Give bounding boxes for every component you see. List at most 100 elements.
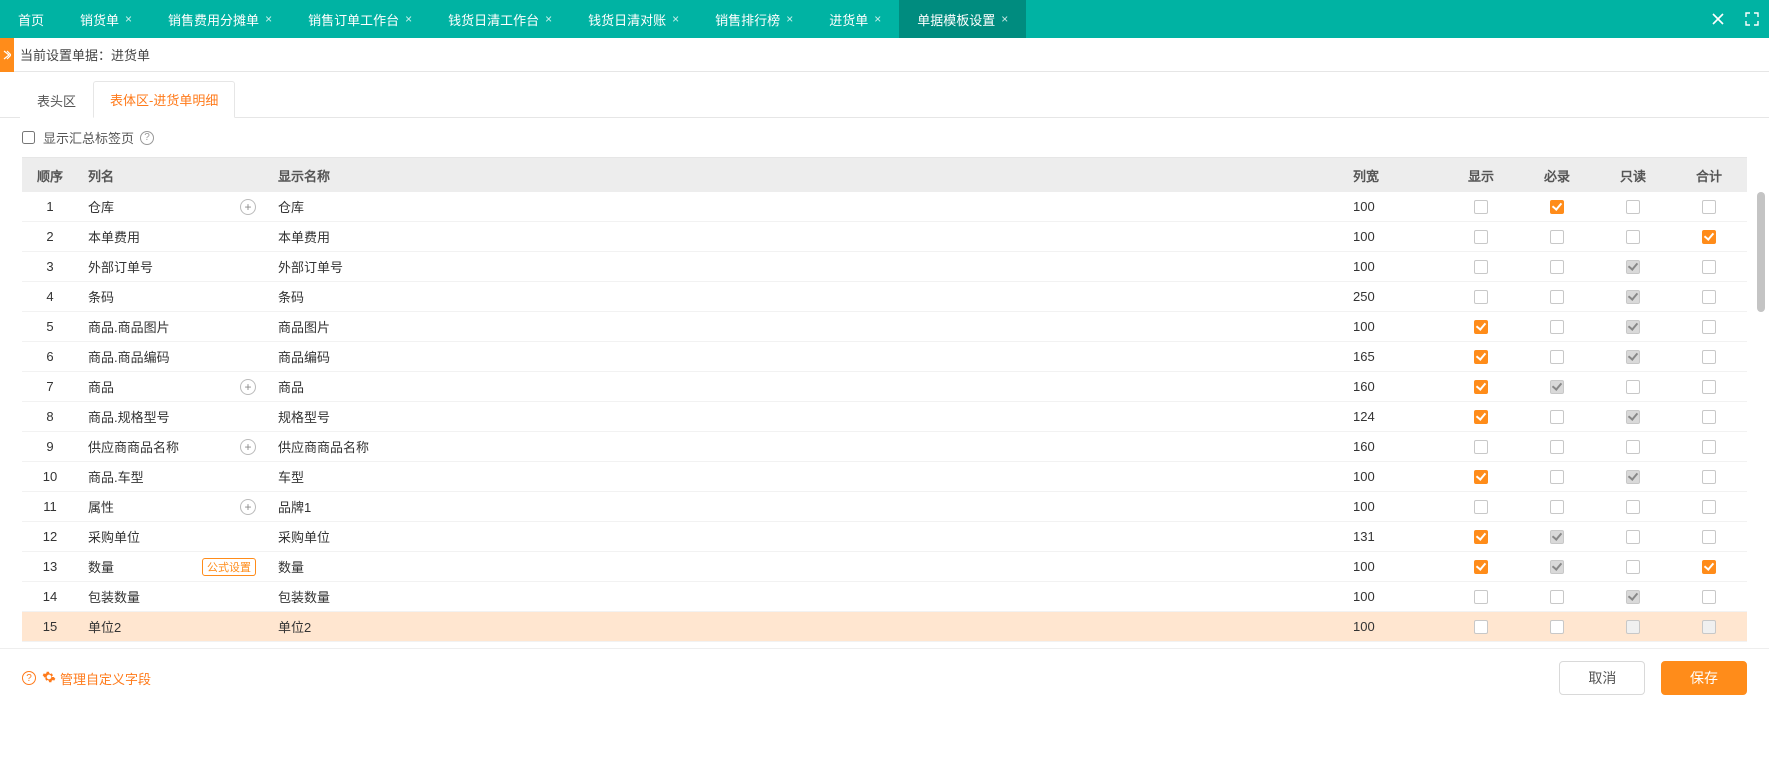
cell-width[interactable]: 124 [1343,409,1443,424]
total-checkbox[interactable] [1702,380,1716,394]
cell-width[interactable]: 131 [1343,529,1443,544]
required-checkbox[interactable] [1550,260,1564,274]
add-icon[interactable]: + [240,439,256,455]
close-icon[interactable]: × [405,12,412,26]
cell-width[interactable]: 100 [1343,589,1443,604]
total-checkbox[interactable] [1702,530,1716,544]
close-icon[interactable]: × [874,12,881,26]
cell-width[interactable]: 100 [1343,559,1443,574]
help-icon[interactable]: ? [22,671,36,685]
cell-display-name[interactable]: 品牌1 [268,497,1343,516]
cell-display-name[interactable]: 单位2 [268,617,1343,636]
required-checkbox[interactable] [1550,320,1564,334]
readonly-checkbox[interactable] [1626,530,1640,544]
required-checkbox[interactable] [1550,590,1564,604]
cell-width[interactable]: 250 [1343,289,1443,304]
table-row[interactable]: 5商品.商品图片商品图片100 [22,312,1747,342]
cell-width[interactable]: 100 [1343,499,1443,514]
table-row[interactable]: 9供应商商品名称+供应商商品名称160 [22,432,1747,462]
close-icon[interactable]: × [545,12,552,26]
show-checkbox[interactable] [1474,590,1488,604]
table-row[interactable]: 3外部订单号外部订单号100 [22,252,1747,282]
cell-display-name[interactable]: 条码 [268,287,1343,306]
total-checkbox[interactable] [1702,440,1716,454]
readonly-checkbox[interactable] [1626,560,1640,574]
top-tab[interactable]: 销售排行榜× [697,0,811,38]
cell-width[interactable]: 160 [1343,379,1443,394]
show-summary-checkbox[interactable] [22,131,35,144]
top-tab[interactable]: 单据模板设置× [899,0,1026,38]
table-row[interactable]: 6商品.商品编码商品编码165 [22,342,1747,372]
close-icon[interactable]: × [265,12,272,26]
manage-custom-fields-link[interactable]: ? 管理自定义字段 [22,669,151,688]
scrollbar-thumb[interactable] [1757,192,1765,312]
cell-width[interactable]: 100 [1343,319,1443,334]
show-checkbox[interactable] [1474,260,1488,274]
readonly-checkbox[interactable] [1626,440,1640,454]
top-tab[interactable]: 钱货日清对账× [570,0,697,38]
show-checkbox[interactable] [1474,200,1488,214]
inner-tab[interactable]: 表头区 [20,82,93,118]
total-checkbox[interactable] [1702,260,1716,274]
cell-display-name[interactable]: 仓库 [268,197,1343,216]
add-icon[interactable]: + [240,499,256,515]
table-row[interactable]: 4条码条码250 [22,282,1747,312]
table-row[interactable]: 1仓库+仓库100 [22,192,1747,222]
show-checkbox[interactable] [1474,530,1488,544]
help-icon[interactable]: ? [140,131,154,145]
top-tab[interactable]: 钱货日清工作台× [430,0,570,38]
cell-width[interactable]: 100 [1343,229,1443,244]
total-checkbox[interactable] [1702,200,1716,214]
close-icon[interactable]: × [125,12,132,26]
total-checkbox[interactable] [1702,470,1716,484]
close-icon[interactable]: × [672,12,679,26]
cell-width[interactable]: 100 [1343,469,1443,484]
table-row[interactable]: 7商品+商品160 [22,372,1747,402]
total-checkbox[interactable] [1702,410,1716,424]
required-checkbox[interactable] [1550,500,1564,514]
cell-display-name[interactable]: 商品 [268,377,1343,396]
top-tab[interactable]: 销售订单工作台× [290,0,430,38]
table-row[interactable]: 11属性+品牌1100 [22,492,1747,522]
cell-display-name[interactable]: 包装数量 [268,587,1343,606]
collapse-handle-icon[interactable] [0,38,14,72]
required-checkbox[interactable] [1550,350,1564,364]
table-row[interactable]: 12采购单位采购单位131 [22,522,1747,552]
table-row[interactable]: 10商品.车型车型100 [22,462,1747,492]
cell-display-name[interactable]: 规格型号 [268,407,1343,426]
readonly-checkbox[interactable] [1626,380,1640,394]
show-checkbox[interactable] [1474,440,1488,454]
top-tab[interactable]: 销售费用分摊单× [150,0,290,38]
cell-display-name[interactable]: 商品图片 [268,317,1343,336]
show-checkbox[interactable] [1474,230,1488,244]
add-icon[interactable]: + [240,379,256,395]
cell-display-name[interactable]: 外部订单号 [268,257,1343,276]
readonly-checkbox[interactable] [1626,500,1640,514]
close-icon[interactable]: × [786,12,793,26]
total-checkbox[interactable] [1702,230,1716,244]
table-row[interactable]: 13数量公式设置数量100 [22,552,1747,582]
cell-width[interactable]: 100 [1343,259,1443,274]
formula-setting-button[interactable]: 公式设置 [202,558,256,576]
show-checkbox[interactable] [1474,320,1488,334]
required-checkbox[interactable] [1550,440,1564,454]
show-checkbox[interactable] [1474,380,1488,394]
show-checkbox[interactable] [1474,560,1488,574]
save-button[interactable]: 保存 [1661,661,1747,695]
cell-width[interactable]: 100 [1343,199,1443,214]
fullscreen-icon[interactable] [1735,0,1769,38]
required-checkbox[interactable] [1550,290,1564,304]
show-checkbox[interactable] [1474,410,1488,424]
show-checkbox[interactable] [1474,350,1488,364]
add-icon[interactable]: + [240,199,256,215]
cell-display-name[interactable]: 车型 [268,467,1343,486]
total-checkbox[interactable] [1702,350,1716,364]
close-icon[interactable]: × [1001,12,1008,26]
total-checkbox[interactable] [1702,500,1716,514]
top-tab[interactable]: 销货单× [62,0,150,38]
cancel-button[interactable]: 取消 [1559,661,1645,695]
required-checkbox[interactable] [1550,410,1564,424]
top-tab[interactable]: 进货单× [811,0,899,38]
cell-display-name[interactable]: 本单费用 [268,227,1343,246]
show-checkbox[interactable] [1474,500,1488,514]
